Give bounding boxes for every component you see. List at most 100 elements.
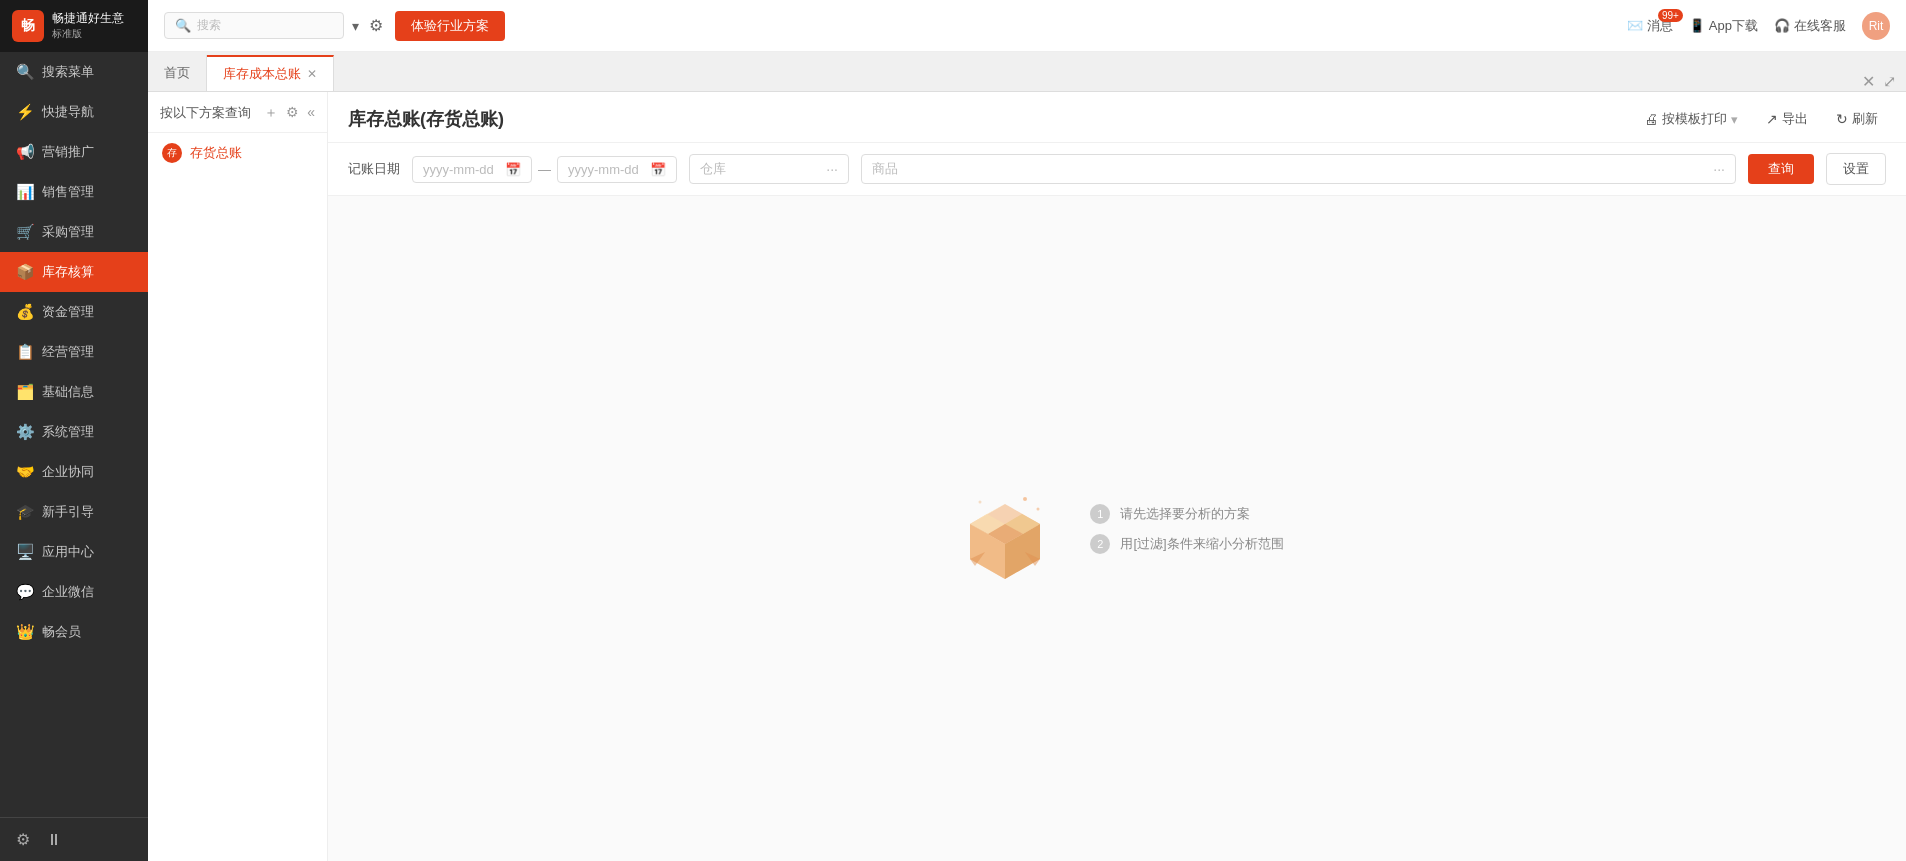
appcenter-icon: 🖥️ [16, 543, 34, 561]
sidebar-item-purchase[interactable]: 🛒 采购管理 [0, 212, 148, 252]
sidebar-item-label: 销售管理 [42, 183, 94, 201]
topbar-search-box[interactable]: 🔍 搜索 [164, 12, 344, 39]
refresh-btn[interactable]: ↻ 刷新 [1828, 106, 1886, 132]
sidebar-item-label: 企业协同 [42, 463, 94, 481]
sidebar-item-enterprise[interactable]: 🤝 企业协同 [0, 452, 148, 492]
sidebar-item-search[interactable]: 🔍 搜索菜单 [0, 52, 148, 92]
content-area: 按以下方案查询 ＋ ⚙ « 存 存货总账 库存总账(存货总账) [148, 92, 1906, 861]
topbar-settings-button[interactable]: ⚙ [369, 16, 383, 35]
collapse-icon[interactable]: ⏸ [46, 831, 62, 849]
sidebar-item-system[interactable]: ⚙️ 系统管理 [0, 412, 148, 452]
tab-close-icon[interactable]: ✕ [307, 67, 317, 81]
marketing-icon: 📢 [16, 143, 34, 161]
logo-icon: 畅 [12, 10, 44, 42]
message-item[interactable]: ✉️ 消息 99+ [1627, 17, 1673, 35]
sidebar-item-newbie[interactable]: 🎓 新手引导 [0, 492, 148, 532]
export-btn[interactable]: ↗ 导出 [1758, 106, 1816, 132]
print-template-label: 按模板打印 [1662, 110, 1727, 128]
sidebar-item-capital[interactable]: 💰 资金管理 [0, 292, 148, 332]
tab-home-label: 首页 [164, 64, 190, 82]
empty-illustration [950, 474, 1060, 584]
topbar-right: ✉️ 消息 99+ 📱 App下载 🎧 在线客服 Rit [1627, 12, 1890, 40]
filter-settings-icon[interactable]: ⚙ [286, 104, 299, 122]
settings-btn[interactable]: 设置 [1826, 153, 1886, 185]
purchase-icon: 🛒 [16, 223, 34, 241]
svg-point-9 [979, 500, 982, 503]
date-separator: — [538, 162, 551, 177]
sidebar-item-member[interactable]: 👑 畅会员 [0, 612, 148, 652]
close-panel-icon[interactable]: ✕ [1862, 72, 1875, 91]
phone-icon: 📱 [1689, 18, 1705, 33]
sidebar-item-shortcut[interactable]: ⚡ 快捷导航 [0, 92, 148, 132]
page-actions: 🖨 按模板打印 ▾ ↗ 导出 ↻ 刷新 [1636, 106, 1886, 132]
filter-item-stock-ledger[interactable]: 存 存货总账 [148, 133, 327, 173]
svg-point-7 [1023, 497, 1027, 501]
empty-tip-2: 2 用[过滤]条件来缩小分析范围 [1090, 534, 1283, 554]
topbar-dropdown-arrow[interactable]: ▾ [352, 18, 359, 34]
trial-btn[interactable]: 体验行业方案 [395, 11, 505, 41]
date-range: yyyy-mm-dd 📅 — yyyy-mm-dd 📅 [412, 156, 677, 183]
main-area: 🔍 搜索 ▾ ⚙ 体验行业方案 ✉️ 消息 99+ 📱 App下载 🎧 在线客服 [148, 0, 1906, 861]
sidebar-item-label: 资金管理 [42, 303, 94, 321]
date-start-input[interactable]: yyyy-mm-dd 📅 [412, 156, 532, 183]
print-template-btn[interactable]: 🖨 按模板打印 ▾ [1636, 106, 1746, 132]
app-badge: 标准版 [52, 27, 124, 41]
filter-item-icon: 存 [162, 143, 182, 163]
refresh-icon: ↻ [1836, 111, 1848, 127]
tab-inventory-cost[interactable]: 库存成本总账 ✕ [207, 55, 334, 91]
settings-icon[interactable]: ⚙ [16, 830, 30, 849]
app-download-label: App下载 [1709, 17, 1758, 35]
basic-icon: 🗂️ [16, 383, 34, 401]
page-title: 库存总账(存货总账) [348, 107, 504, 131]
sidebar-item-operation[interactable]: 📋 经营管理 [0, 332, 148, 372]
sidebar-item-label: 畅会员 [42, 623, 81, 641]
page-header: 库存总账(存货总账) 🖨 按模板打印 ▾ ↗ 导出 ↻ 刷新 [328, 92, 1906, 143]
sidebar-item-label: 采购管理 [42, 223, 94, 241]
sidebar-item-label: 基础信息 [42, 383, 94, 401]
tab-home[interactable]: 首页 [148, 55, 207, 91]
date-end-input[interactable]: yyyy-mm-dd 📅 [557, 156, 677, 183]
calendar-start-icon: 📅 [505, 162, 521, 177]
warehouse-more-icon: ··· [826, 161, 838, 177]
sales-icon: 📊 [16, 183, 34, 201]
filter-panel-actions: ＋ ⚙ « [264, 104, 315, 122]
inventory-icon: 📦 [16, 263, 34, 281]
filter-item-label: 存货总账 [190, 144, 242, 162]
operation-icon: 📋 [16, 343, 34, 361]
sidebar-item-sales[interactable]: 📊 销售管理 [0, 172, 148, 212]
wechat-icon: 💬 [16, 583, 34, 601]
empty-inner: 1 请先选择要分析的方案 2 用[过滤]条件来缩小分析范围 [950, 474, 1283, 584]
topbar-left: 🔍 搜索 ▾ ⚙ 体验行业方案 [164, 11, 1627, 41]
tab-inventory-cost-label: 库存成本总账 [223, 65, 301, 83]
warehouse-placeholder: 仓库 [700, 160, 726, 178]
sidebar-item-label: 新手引导 [42, 503, 94, 521]
expand-panel-icon[interactable]: ⤢ [1883, 72, 1896, 91]
system-icon: ⚙️ [16, 423, 34, 441]
empty-tip-1: 1 请先选择要分析的方案 [1090, 504, 1283, 524]
sidebar-item-basic[interactable]: 🗂️ 基础信息 [0, 372, 148, 412]
sidebar-item-inventory[interactable]: 📦 库存核算 [0, 252, 148, 292]
refresh-label: 刷新 [1852, 110, 1878, 128]
app-download-item[interactable]: 📱 App下载 [1689, 17, 1758, 35]
search-menu-icon: 🔍 [16, 63, 34, 81]
filter-collapse-icon[interactable]: « [307, 104, 315, 122]
calendar-end-icon: 📅 [650, 162, 666, 177]
sidebar-item-label: 库存核算 [42, 263, 94, 281]
message-badge: 99+ [1658, 9, 1683, 22]
online-service-item[interactable]: 🎧 在线客服 [1774, 17, 1846, 35]
date-start-placeholder: yyyy-mm-dd [423, 162, 494, 177]
filter-add-icon[interactable]: ＋ [264, 104, 278, 122]
newbie-icon: 🎓 [16, 503, 34, 521]
user-avatar-item[interactable]: Rit [1862, 12, 1890, 40]
sidebar-item-marketing[interactable]: 📢 营销推广 [0, 132, 148, 172]
app-name: 畅捷通好生意 [52, 11, 124, 27]
filter-panel-header: 按以下方案查询 ＋ ⚙ « [148, 104, 327, 133]
empty-tips: 1 请先选择要分析的方案 2 用[过滤]条件来缩小分析范围 [1090, 504, 1283, 554]
warehouse-select[interactable]: 仓库 ··· [689, 154, 849, 184]
print-dropdown-icon[interactable]: ▾ [1731, 112, 1738, 127]
sidebar-item-appcenter[interactable]: 🖥️ 应用中心 [0, 532, 148, 572]
query-btn[interactable]: 查询 [1748, 154, 1814, 184]
goods-select[interactable]: 商品 ··· [861, 154, 1736, 184]
sidebar-item-wechat[interactable]: 💬 企业微信 [0, 572, 148, 612]
tip-num-1: 1 [1090, 504, 1110, 524]
